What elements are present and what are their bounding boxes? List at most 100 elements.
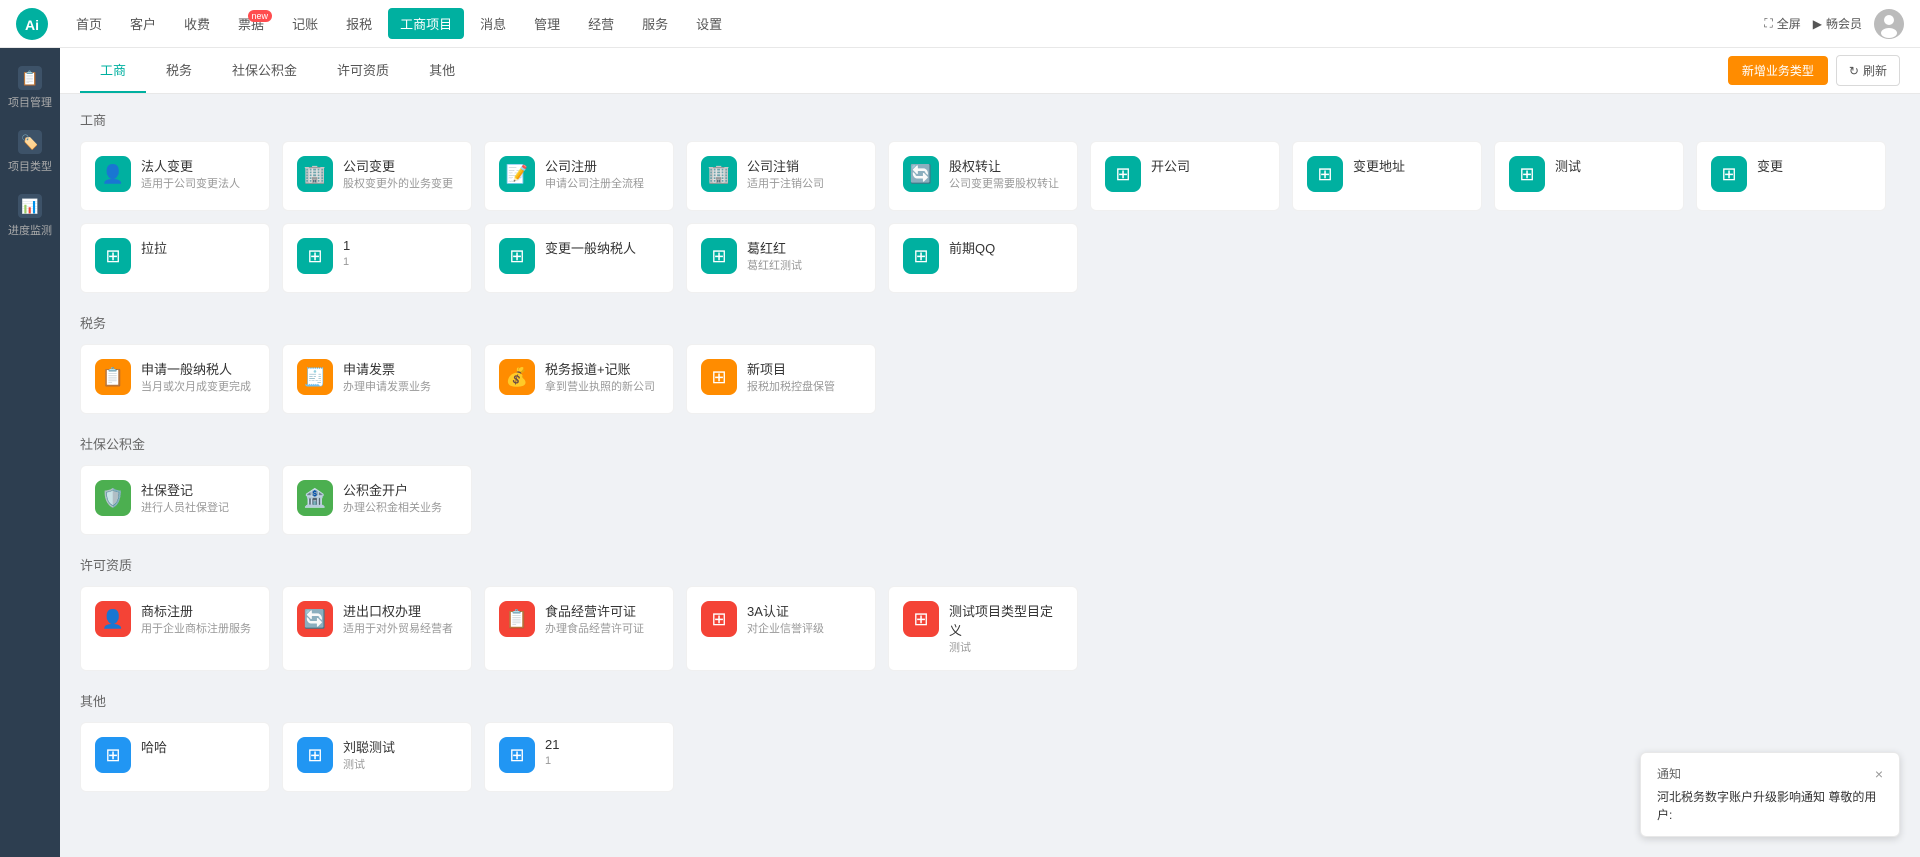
notification-popup: 通知 × 河北税务数字账户升级影响通知 尊敬的用户: <box>1640 752 1900 837</box>
card-desc-3-1: 适用于对外贸易经营者 <box>343 622 457 637</box>
card-0-6[interactable]: ⊞变更地址 <box>1292 141 1482 211</box>
refresh-label: 刷新 <box>1863 62 1887 79</box>
nav-item-设置[interactable]: 设置 <box>684 8 734 39</box>
nav-badge: new <box>248 10 273 22</box>
card-2-1[interactable]: 🏦公积金开户办理公积金相关业务 <box>282 465 472 535</box>
card-icon-0-9: ⊞ <box>95 238 131 274</box>
section-title-1: 税务 <box>80 313 1900 332</box>
refresh-button[interactable]: ↻ 刷新 <box>1836 55 1900 86</box>
nav-item-票据[interactable]: 票据new <box>226 8 276 39</box>
tab-许可资质[interactable]: 许可资质 <box>317 48 409 93</box>
card-icon-2-0: 🛡️ <box>95 480 131 516</box>
avatar[interactable] <box>1874 9 1904 39</box>
card-0-7[interactable]: ⊞测试 <box>1494 141 1684 211</box>
card-4-2[interactable]: ⊞211 <box>484 722 674 792</box>
card-name-0-11: 变更一般纳税人 <box>545 238 659 257</box>
fullscreen-btn[interactable]: ⛶ 全屏 <box>1764 15 1800 32</box>
main-layout: 📋项目管理🏷️项目类型📊进度监测 工商税务社保公积金许可资质其他 新增业务类型 … <box>0 48 1920 857</box>
refresh-icon: ↻ <box>1849 64 1859 78</box>
card-desc-0-3: 适用于注销公司 <box>747 177 861 192</box>
card-1-3[interactable]: ⊞新项目报税加税控盘保管 <box>686 344 876 414</box>
sidebar-item-1[interactable]: 🏷️项目类型 <box>0 120 60 184</box>
cards-grid-2: 🛡️ 社保登记进行人员社保登记 🏦公积金开户办理公积金相关业务 <box>80 465 1900 535</box>
card-text-0-10: 11 <box>343 238 457 270</box>
card-0-1[interactable]: 🏢公司变更股权变更外的业务变更 <box>282 141 472 211</box>
card-3-4[interactable]: ⊞测试项目类型目定义测试 <box>888 586 1078 671</box>
card-text-3-1: 进出口权办理适用于对外贸易经营者 <box>343 601 457 637</box>
card-name-0-12: 葛红红 <box>747 238 861 257</box>
card-text-3-3: 3A认证对企业信誉评级 <box>747 601 861 637</box>
card-desc-0-4: 公司变更需要股权转让 <box>949 177 1063 192</box>
card-0-13[interactable]: ⊞前期QQ <box>888 223 1078 293</box>
sidebar-item-2[interactable]: 📊进度监测 <box>0 184 60 248</box>
new-type-button[interactable]: 新增业务类型 <box>1728 56 1828 85</box>
card-text-0-2: 公司注册申请公司注册全流程 <box>545 156 659 192</box>
card-1-2[interactable]: 💰税务报道+记账拿到营业执照的新公司 <box>484 344 674 414</box>
card-4-1[interactable]: ⊞刘聪测试测试 <box>282 722 472 792</box>
tab-bar: 工商税务社保公积金许可资质其他 新增业务类型 ↻ 刷新 <box>60 48 1920 94</box>
card-text-4-2: 211 <box>545 737 659 769</box>
card-desc-4-2: 1 <box>545 754 659 769</box>
card-icon-2-1: 🏦 <box>297 480 333 516</box>
sidebar: 📋项目管理🏷️项目类型📊进度监测 <box>0 48 60 857</box>
card-0-9[interactable]: ⊞拉拉 <box>80 223 270 293</box>
card-0-4[interactable]: 🔄股权转让公司变更需要股权转让 <box>888 141 1078 211</box>
sidebar-item-0[interactable]: 📋项目管理 <box>0 56 60 120</box>
sidebar-icon-1: 🏷️ <box>18 130 42 154</box>
notif-close-button[interactable]: × <box>1875 766 1883 782</box>
card-4-0[interactable]: ⊞哈哈 <box>80 722 270 792</box>
card-3-2[interactable]: 📋食品经营许可证办理食品经营许可证 <box>484 586 674 671</box>
card-text-2-0: 社保登记进行人员社保登记 <box>141 480 255 516</box>
nav-item-记账[interactable]: 记账 <box>280 8 330 39</box>
card-2-0[interactable]: 🛡️ 社保登记进行人员社保登记 <box>80 465 270 535</box>
card-0-0[interactable]: 👤法人变更适用于公司变更法人 <box>80 141 270 211</box>
card-name-3-4: 测试项目类型目定义 <box>949 601 1063 639</box>
card-desc-0-12: 葛红红测试 <box>747 259 861 274</box>
card-icon-0-10: ⊞ <box>297 238 333 274</box>
tab-actions: 新增业务类型 ↻ 刷新 <box>1728 55 1900 86</box>
card-name-1-1: 申请发票 <box>343 359 457 378</box>
card-0-3[interactable]: 🏢公司注销适用于注销公司 <box>686 141 876 211</box>
tab-税务[interactable]: 税务 <box>146 48 212 93</box>
tab-其他[interactable]: 其他 <box>409 48 475 93</box>
nav-item-消息[interactable]: 消息 <box>468 8 518 39</box>
member-btn[interactable]: ▶ 畅会员 <box>1813 15 1862 32</box>
nav-item-报税[interactable]: 报税 <box>334 8 384 39</box>
nav-item-管理[interactable]: 管理 <box>522 8 572 39</box>
card-text-0-0: 法人变更适用于公司变更法人 <box>141 156 255 192</box>
card-0-12[interactable]: ⊞葛红红葛红红测试 <box>686 223 876 293</box>
tab-bar-tabs: 工商税务社保公积金许可资质其他 <box>80 48 1728 93</box>
card-name-1-0: 申请一般纳税人 <box>141 359 255 378</box>
card-1-1[interactable]: 🧾申请发票办理申请发票业务 <box>282 344 472 414</box>
nav-item-收费[interactable]: 收费 <box>172 8 222 39</box>
card-text-0-12: 葛红红葛红红测试 <box>747 238 861 274</box>
card-text-0-8: 变更 <box>1757 156 1871 177</box>
card-name-4-2: 21 <box>545 737 659 752</box>
card-0-11[interactable]: ⊞变更一般纳税人 <box>484 223 674 293</box>
nav-item-客户[interactable]: 客户 <box>118 8 168 39</box>
card-icon-4-1: ⊞ <box>297 737 333 773</box>
nav-item-服务[interactable]: 服务 <box>630 8 680 39</box>
nav-item-首页[interactable]: 首页 <box>64 8 114 39</box>
card-3-1[interactable]: 🔄 进出口权办理适用于对外贸易经营者 <box>282 586 472 671</box>
card-0-8[interactable]: ⊞变更 <box>1696 141 1886 211</box>
top-nav: Ai 首页客户收费票据new记账报税工商项目消息管理经营服务设置 ⛶ 全屏 ▶ … <box>0 0 1920 48</box>
logo-icon[interactable]: Ai <box>16 8 48 40</box>
section-title-4: 其他 <box>80 691 1900 710</box>
card-0-10[interactable]: ⊞ 11 <box>282 223 472 293</box>
nav-item-工商项目[interactable]: 工商项目 <box>388 8 464 39</box>
card-1-0[interactable]: 📋申请一般纳税人当月或次月成变更完成 <box>80 344 270 414</box>
card-3-0[interactable]: 👤商标注册用于企业商标注册服务 <box>80 586 270 671</box>
notif-header: 通知 × <box>1657 765 1883 782</box>
nav-item-经营[interactable]: 经营 <box>576 8 626 39</box>
content-area: 工商税务社保公积金许可资质其他 新增业务类型 ↻ 刷新 工商 👤法人变更适用于公司… <box>60 48 1920 857</box>
card-3-3[interactable]: ⊞3A认证对企业信誉评级 <box>686 586 876 671</box>
card-desc-1-1: 办理申请发票业务 <box>343 380 457 395</box>
card-icon-1-2: 💰 <box>499 359 535 395</box>
tab-社保公积金[interactable]: 社保公积金 <box>212 48 317 93</box>
card-desc-3-0: 用于企业商标注册服务 <box>141 622 255 637</box>
card-0-2[interactable]: 📝公司注册申请公司注册全流程 <box>484 141 674 211</box>
tab-工商[interactable]: 工商 <box>80 48 146 93</box>
card-icon-3-1: 🔄 <box>297 601 333 637</box>
card-0-5[interactable]: ⊞开公司 <box>1090 141 1280 211</box>
